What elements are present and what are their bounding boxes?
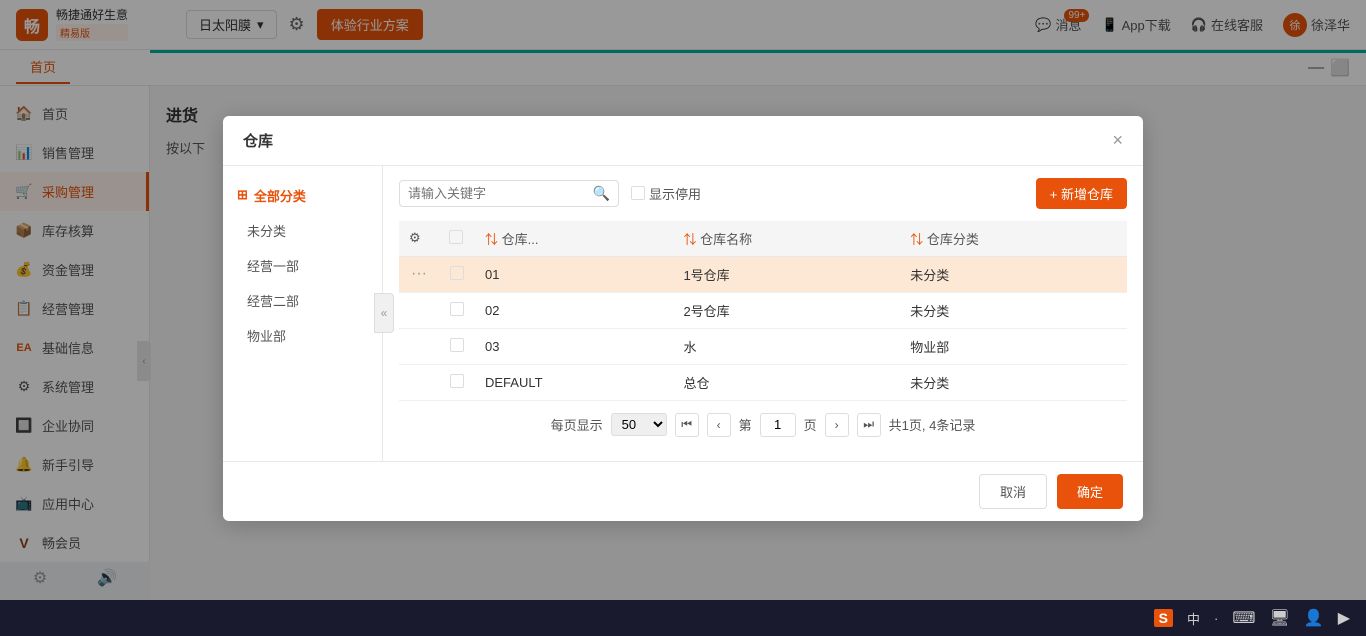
show-disabled-text: 显示停用 <box>649 184 701 203</box>
table-row[interactable]: ··· 01 1号仓库 未分类 <box>399 256 1127 292</box>
row-no-3: 03 <box>475 328 673 364</box>
page-size-label: 每页显示 <box>551 415 603 434</box>
modal-title: 仓库 <box>243 130 273 151</box>
modal-overlay[interactable]: 仓库 × ⊞ 全部分类 未分类 经营一部 经营二部 物业部 « <box>0 0 1366 636</box>
modal-header: 仓库 × <box>223 116 1143 166</box>
row-checkbox-1[interactable] <box>450 266 464 280</box>
modal-body: ⊞ 全部分类 未分类 经营一部 经营二部 物业部 « 🔍 <box>223 166 1143 461</box>
row-no-2: 02 <box>475 292 673 328</box>
row-checkbox-3[interactable] <box>450 338 464 352</box>
keyboard-icon[interactable]: ⌨ <box>1232 608 1255 628</box>
pagination: 每页显示 50 10 20 100 ⏮ ‹ 第 页 › ⏭ 共1页, 4条记录 <box>399 401 1127 449</box>
row-cb-3[interactable] <box>439 328 475 364</box>
select-all-checkbox[interactable] <box>449 230 463 244</box>
row-actions-2[interactable] <box>399 292 439 328</box>
table-row[interactable]: 02 2号仓库 未分类 <box>399 292 1127 328</box>
dot-icon[interactable]: · <box>1214 611 1218 626</box>
category-collapse-btn[interactable]: « <box>374 293 394 333</box>
row-cat-2: 未分类 <box>900 292 1127 328</box>
modal-close-btn[interactable]: × <box>1112 130 1123 151</box>
th-gear[interactable]: ⚙ <box>399 221 439 257</box>
row-cb-4[interactable] <box>439 364 475 400</box>
modal-footer: 取消 确定 <box>223 461 1143 521</box>
grid-icon: ⊞ <box>237 187 248 203</box>
table-body: ··· 01 1号仓库 未分类 <box>399 256 1127 400</box>
bottom-bar: S 中 · ⌨ 🖥 👤 ▶ <box>0 600 1366 636</box>
monitor-icon[interactable]: 🖥 <box>1269 608 1289 628</box>
confirm-btn[interactable]: 确定 <box>1057 474 1123 509</box>
row-name-4: 总仓 <box>673 364 900 400</box>
table-container: ⚙ ⇅ 仓库... ⇅ 仓库名称 <box>399 221 1127 401</box>
play-icon[interactable]: ▶ <box>1338 608 1350 628</box>
th-code: ⇅ 仓库... <box>475 221 673 257</box>
th-checkbox[interactable] <box>439 221 475 257</box>
row-cat-3: 物业部 <box>900 328 1127 364</box>
row-cat-1: 未分类 <box>900 256 1127 292</box>
page-number-input[interactable] <box>760 413 796 437</box>
next-page-btn[interactable]: › <box>825 413 849 437</box>
prev-page-btn[interactable]: ‹ <box>707 413 731 437</box>
th-category: ⇅ 仓库分类 <box>900 221 1127 257</box>
sort-icon-cat: ⇅ <box>910 232 923 247</box>
table-panel: 🔍 显示停用 + 新增仓库 ⚙ <box>383 166 1143 461</box>
table-toolbar: 🔍 显示停用 + 新增仓库 <box>399 178 1127 209</box>
page-size-select[interactable]: 50 10 20 100 <box>611 413 667 436</box>
page-word-before: 第 <box>739 415 752 434</box>
category-item-ops2[interactable]: 经营二部 <box>223 283 382 318</box>
category-all-label: 全部分类 <box>254 186 306 205</box>
warehouse-table: ⚙ ⇅ 仓库... ⇅ 仓库名称 <box>399 221 1127 401</box>
row-actions-4[interactable] <box>399 364 439 400</box>
row-cat-4: 未分类 <box>900 364 1127 400</box>
search-box: 🔍 <box>399 180 619 207</box>
category-panel: ⊞ 全部分类 未分类 经营一部 经营二部 物业部 « <box>223 166 383 461</box>
search-input[interactable] <box>408 186 593 201</box>
sort-icon: ⇅ <box>485 232 498 247</box>
category-item-unclassified[interactable]: 未分类 <box>223 213 382 248</box>
th-name: ⇅ 仓库名称 <box>673 221 900 257</box>
row-actions-3[interactable] <box>399 328 439 364</box>
row-actions-1[interactable]: ··· <box>399 256 439 292</box>
s-logo-icon: S <box>1154 609 1173 627</box>
row-name-3: 水 <box>673 328 900 364</box>
table-header-row: ⚙ ⇅ 仓库... ⇅ 仓库名称 <box>399 221 1127 257</box>
page-word-after: 页 <box>804 415 817 434</box>
add-warehouse-btn[interactable]: + 新增仓库 <box>1036 178 1127 209</box>
row-no-4: DEFAULT <box>475 364 673 400</box>
sort-icon-name: ⇅ <box>683 232 696 247</box>
table-row[interactable]: 03 水 物业部 <box>399 328 1127 364</box>
row-checkbox-4[interactable] <box>450 374 464 388</box>
warehouse-modal: 仓库 × ⊞ 全部分类 未分类 经营一部 经营二部 物业部 « <box>223 116 1143 521</box>
ime-icon[interactable]: 中 <box>1187 609 1200 628</box>
row-no-1: 01 <box>475 256 673 292</box>
last-page-btn[interactable]: ⏭ <box>857 413 881 437</box>
first-page-btn[interactable]: ⏮ <box>675 413 699 437</box>
row-name-1: 1号仓库 <box>673 256 900 292</box>
category-all[interactable]: ⊞ 全部分类 <box>223 178 382 213</box>
total-info: 共1页, 4条记录 <box>889 415 976 434</box>
show-disabled-label[interactable]: 显示停用 <box>631 184 701 203</box>
row-cb-1[interactable] <box>439 256 475 292</box>
category-item-property[interactable]: 物业部 <box>223 318 382 353</box>
row-cb-2[interactable] <box>439 292 475 328</box>
row-name-2: 2号仓库 <box>673 292 900 328</box>
user-bottom-icon[interactable]: 👤 <box>1304 608 1324 628</box>
category-item-ops1[interactable]: 经营一部 <box>223 248 382 283</box>
search-icon[interactable]: 🔍 <box>593 185 610 202</box>
show-disabled-checkbox[interactable] <box>631 186 645 200</box>
table-row[interactable]: DEFAULT 总仓 未分类 <box>399 364 1127 400</box>
cancel-btn[interactable]: 取消 <box>979 474 1047 509</box>
row-checkbox-2[interactable] <box>450 302 464 316</box>
